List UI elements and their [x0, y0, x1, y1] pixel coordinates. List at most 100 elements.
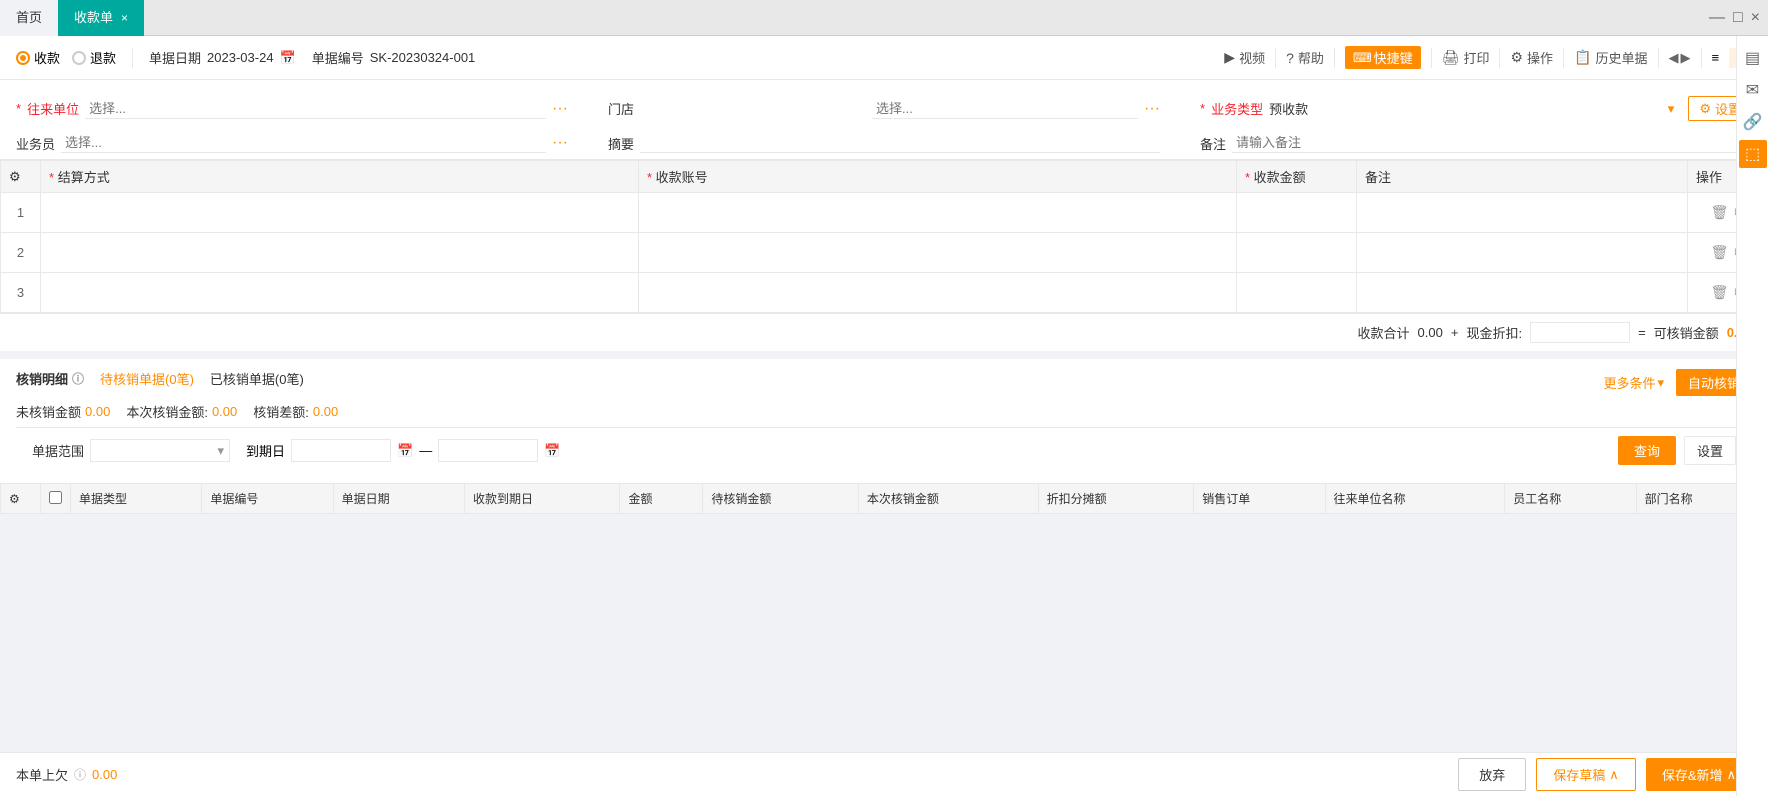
- operate-button[interactable]: ⚙ 操作: [1510, 48, 1553, 67]
- detail-select-all[interactable]: [49, 491, 62, 504]
- table-row: 1 🗑 ⧉: [1, 193, 1768, 233]
- row-3-amount[interactable]: [1236, 273, 1356, 313]
- query-button[interactable]: 查询: [1618, 436, 1676, 465]
- help-icon: ?: [1286, 50, 1294, 66]
- remark-input[interactable]: [1232, 133, 1752, 153]
- date-to-input[interactable]: 2022-04-12: [438, 439, 538, 462]
- row-num-2: 2: [1, 233, 41, 273]
- print-button[interactable]: 🖨 打印: [1442, 48, 1490, 67]
- history-button[interactable]: 📋 历史单据: [1574, 48, 1647, 67]
- staff-label: 业务员: [16, 134, 55, 153]
- row-1-amount[interactable]: [1236, 193, 1356, 233]
- filter-row: 单据范围 到期日 2022-04-01 📅 — 2022-04-12 📅 查询 …: [16, 427, 1752, 473]
- row-2-amount[interactable]: [1236, 233, 1356, 273]
- verify-right: 更多条件 ▾ 自动核销: [1603, 369, 1752, 408]
- verify-tab-done[interactable]: 已核销单据(0笔): [210, 369, 304, 388]
- remark-field: 备注: [1200, 133, 1752, 153]
- radio-group: 收款 退款: [16, 48, 116, 67]
- window-close-icon[interactable]: ×: [1751, 9, 1760, 27]
- range-select[interactable]: [90, 439, 230, 462]
- row-2-account[interactable]: [638, 233, 1236, 273]
- filter-setting-button[interactable]: 设置: [1684, 436, 1736, 465]
- staff-input[interactable]: [61, 133, 546, 153]
- toolbar: 收款 退款 单据日期 2023-03-24 📅 单据编号 SK-20230324…: [0, 36, 1768, 80]
- sidebar-mail-icon[interactable]: ✉: [1739, 76, 1767, 104]
- row-3-delete-icon[interactable]: 🗑: [1711, 284, 1729, 301]
- nav-buttons: ◀ ▶: [1669, 50, 1691, 66]
- diff-value: 0.00: [313, 404, 338, 419]
- draft-button[interactable]: 保存草稿 ∧: [1536, 758, 1636, 791]
- radio-refund[interactable]: 退款: [72, 48, 116, 67]
- row-num-1: 1: [1, 193, 41, 233]
- help-button[interactable]: ? 帮助: [1286, 48, 1324, 67]
- detail-th-current: 本次核销金额: [858, 484, 1038, 514]
- data-table-wrap: ⚙ * 结算方式 * 收款账号 * 收款金额 备注 操作 1: [0, 160, 1768, 313]
- view-list-icon[interactable]: ≡: [1712, 50, 1720, 65]
- partner-label: 往来单位: [27, 99, 79, 118]
- row-2-settlement[interactable]: [41, 233, 639, 273]
- shop-label: 门店: [608, 99, 866, 118]
- row-1-account[interactable]: [638, 193, 1236, 233]
- summary-input[interactable]: [640, 133, 1160, 153]
- tab-home[interactable]: 首页: [0, 0, 58, 36]
- date-from-calendar-icon[interactable]: 📅: [397, 443, 413, 459]
- shop-input[interactable]: [872, 99, 1138, 119]
- video-button[interactable]: ▶ 视频: [1224, 48, 1265, 67]
- sidebar-table-icon[interactable]: ▤: [1739, 44, 1767, 72]
- row-2-remark[interactable]: [1356, 233, 1687, 273]
- row-1-remark[interactable]: [1356, 193, 1687, 233]
- row-2-delete-icon[interactable]: 🗑: [1711, 244, 1729, 261]
- draft-arrow-icon: ∧: [1609, 767, 1619, 783]
- th-gear[interactable]: ⚙: [1, 161, 41, 193]
- history-icon: 📋: [1574, 49, 1591, 66]
- verify-tab-pending[interactable]: 待核销单据(0笔): [100, 369, 194, 388]
- window-max-icon[interactable]: □: [1733, 9, 1743, 27]
- detail-th-gear[interactable]: ⚙: [1, 484, 41, 514]
- divider-2: [1275, 48, 1276, 68]
- shortcut-button[interactable]: ⌨ 快捷键: [1345, 46, 1421, 69]
- partner-more-icon[interactable]: ···: [552, 100, 568, 118]
- nav-prev-icon[interactable]: ◀: [1669, 50, 1679, 66]
- current-value: 0.00: [212, 404, 237, 419]
- net-label: 可核销金额: [1654, 323, 1719, 342]
- video-icon: ▶: [1224, 49, 1235, 66]
- shortcut-icon: ⌨: [1353, 50, 1372, 66]
- row-1-delete-icon[interactable]: 🗑: [1711, 204, 1729, 221]
- detail-th-date: 单据日期: [333, 484, 464, 514]
- discount-input[interactable]: [1530, 322, 1630, 343]
- abandon-button[interactable]: 放弃: [1458, 758, 1526, 791]
- settings-icon: ⚙: [1699, 101, 1711, 117]
- row-num-3: 3: [1, 273, 41, 313]
- detail-th-type: 单据类型: [71, 484, 202, 514]
- window-min-icon[interactable]: —: [1709, 9, 1725, 27]
- verify-info-icon[interactable]: ⓘ: [72, 370, 84, 387]
- form-row-1: * 往来单位 ··· 门店 ··· * 业务类型 预收款 ▾ ⚙ 设置: [16, 90, 1752, 127]
- date-from-input[interactable]: 2022-04-01: [291, 439, 391, 462]
- row-1-settlement[interactable]: [41, 193, 639, 233]
- tab-active[interactable]: 收款单 ×: [58, 0, 144, 36]
- detail-table-wrap: ⚙ 单据类型 单据编号 单据日期 收款到期日 金额 待核销金额 本次核销金额 折…: [0, 483, 1768, 514]
- radio-receipt[interactable]: 收款: [16, 48, 60, 67]
- date-calendar-icon[interactable]: 📅: [280, 50, 296, 66]
- date-to-calendar-icon[interactable]: 📅: [544, 443, 560, 459]
- history-label: 历史单据: [1595, 48, 1647, 67]
- sidebar-expand-icon[interactable]: ⬚: [1739, 140, 1767, 168]
- partner-input[interactable]: [85, 99, 546, 119]
- nav-next-icon[interactable]: ▶: [1681, 50, 1691, 66]
- business-type-value: 预收款: [1269, 99, 1662, 118]
- row-3-account[interactable]: [638, 273, 1236, 313]
- shortcut-label: 快捷键: [1374, 48, 1413, 67]
- tab-close-icon[interactable]: ×: [121, 0, 128, 36]
- uncancelled-value: 0.00: [85, 404, 110, 419]
- divider-8: [1701, 48, 1702, 68]
- sidebar-link-icon[interactable]: 🔗: [1739, 108, 1767, 136]
- business-type-dropdown-icon[interactable]: ▾: [1668, 101, 1675, 117]
- summary-field: 摘要: [608, 133, 1160, 153]
- row-3-remark[interactable]: [1356, 273, 1687, 313]
- row-3-settlement[interactable]: [41, 273, 639, 313]
- footer-info-icon[interactable]: ⓘ: [74, 766, 86, 783]
- staff-more-icon[interactable]: ···: [552, 134, 568, 152]
- more-conditions-link[interactable]: 更多条件 ▾: [1603, 373, 1664, 392]
- shop-more-icon[interactable]: ···: [1144, 100, 1160, 118]
- detail-table: ⚙ 单据类型 单据编号 单据日期 收款到期日 金额 待核销金额 本次核销金额 折…: [0, 483, 1768, 514]
